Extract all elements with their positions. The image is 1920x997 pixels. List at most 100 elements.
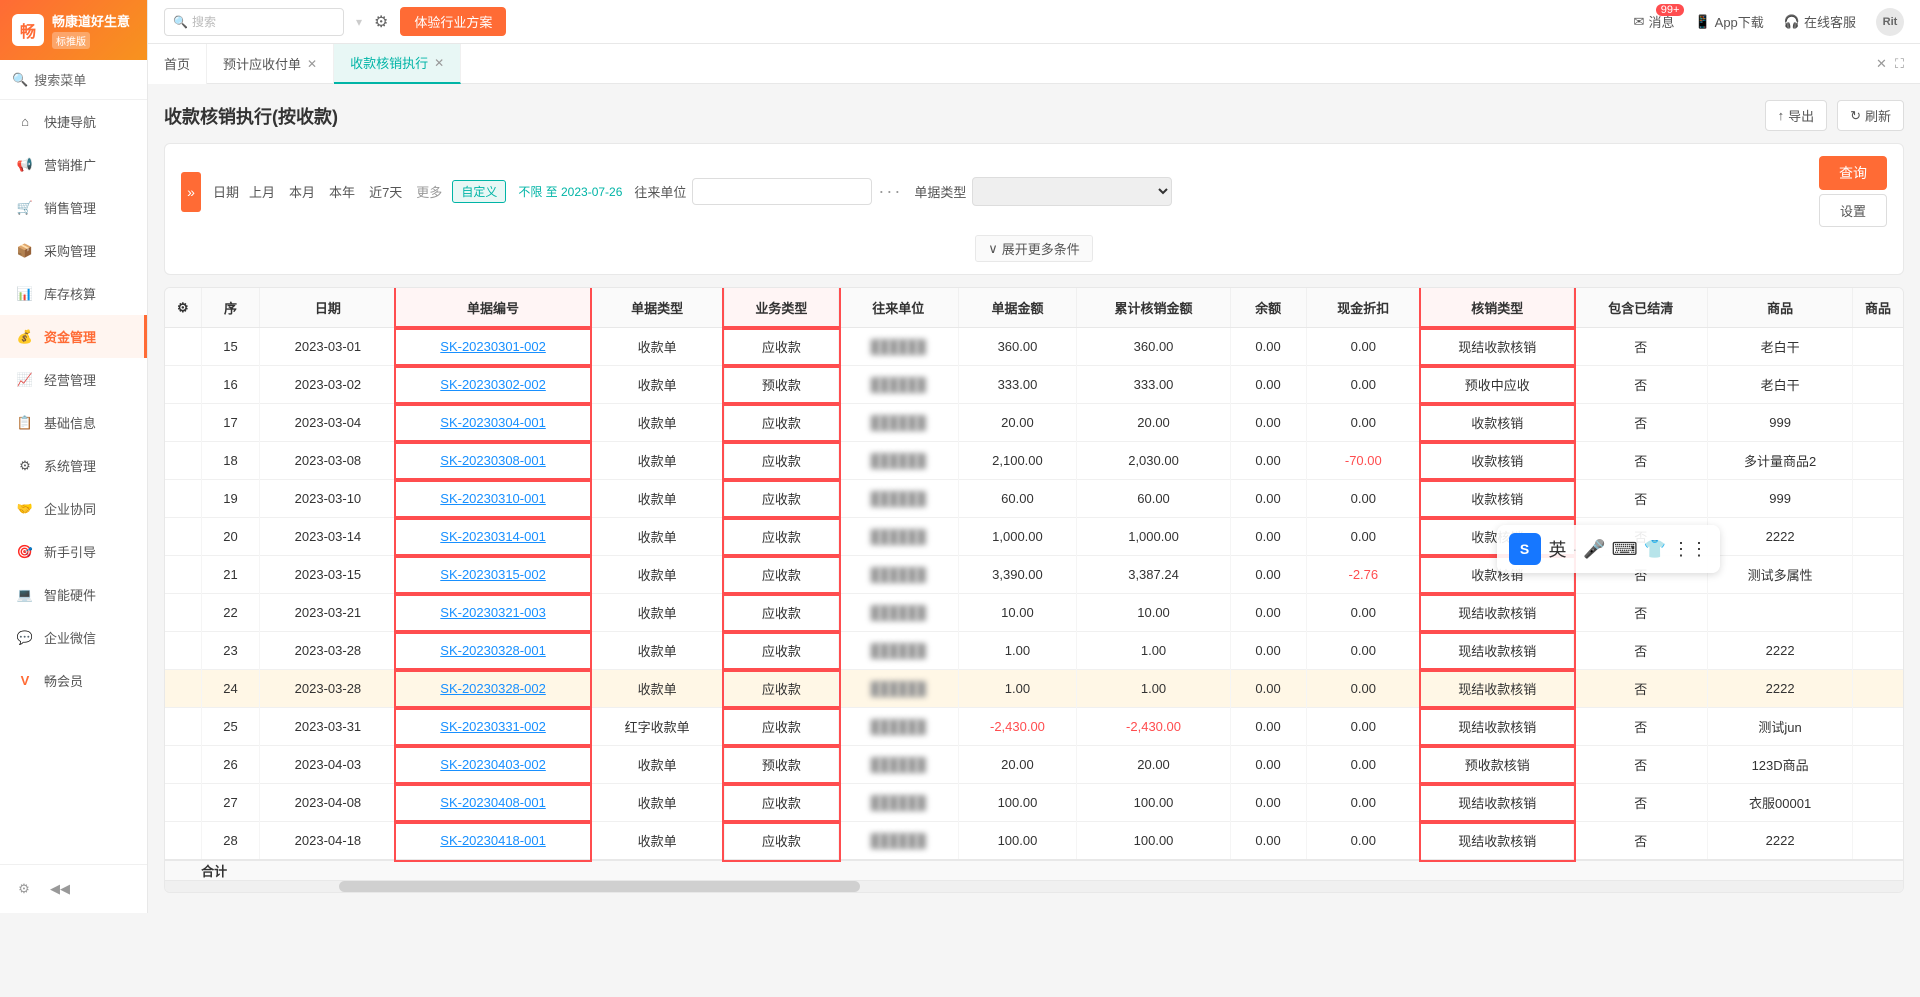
cell-docno[interactable]: SK-20230408-001 xyxy=(396,784,590,822)
topbar-dropdown[interactable]: ▾ xyxy=(356,15,362,29)
link-docno[interactable]: SK-20230304-001 xyxy=(440,415,546,430)
collapse-icon[interactable]: ◀◀ xyxy=(48,877,72,901)
trial-industry-button[interactable]: 体验行业方案 xyxy=(400,7,506,36)
filter-date-7days[interactable]: 近7天 xyxy=(365,180,406,203)
marketing-icon: 📢 xyxy=(16,156,34,174)
link-docno[interactable]: SK-20230301-002 xyxy=(440,339,546,354)
cell-gear xyxy=(165,784,201,822)
filter-expand-button[interactable]: » xyxy=(181,172,201,212)
cell-docno[interactable]: SK-20230314-001 xyxy=(396,518,590,556)
sidebar-item-hardware[interactable]: 💻 智能硬件 xyxy=(0,573,147,616)
sidebar-item-purchase[interactable]: 📦 采购管理 xyxy=(0,229,147,272)
sidebar-item-sales[interactable]: 🛒 销售管理 xyxy=(0,186,147,229)
sidebar-item-enterprise[interactable]: 🤝 企业协同 xyxy=(0,487,147,530)
cell-docno[interactable]: SK-20230403-002 xyxy=(396,746,590,784)
link-docno[interactable]: SK-20230302-002 xyxy=(440,377,546,392)
link-docno[interactable]: SK-20230314-001 xyxy=(440,529,546,544)
online-service-button[interactable]: 🎧 在线客服 xyxy=(1784,12,1856,31)
link-docno[interactable]: SK-20230308-001 xyxy=(440,453,546,468)
sidebar-item-basic[interactable]: 📋 基础信息 xyxy=(0,401,147,444)
filter-date-this-year[interactable]: 本年 xyxy=(325,180,359,203)
sidebar-search[interactable]: 🔍 搜索菜单 xyxy=(0,60,147,100)
refresh-icon: ↻ xyxy=(1850,108,1861,124)
cell-amount: 1.00 xyxy=(958,670,1077,708)
cell-date: 2023-03-08 xyxy=(260,442,396,480)
tab-close-all-icon[interactable]: ✕ xyxy=(1876,56,1887,72)
filter-settings-button[interactable]: 设置 xyxy=(1819,194,1887,227)
sidebar-logo: 畅 畅康道好生意 标推版 xyxy=(0,0,147,60)
cell-amount: 1.00 xyxy=(958,632,1077,670)
user-avatar[interactable]: Rit xyxy=(1876,8,1904,36)
cell-docno[interactable]: SK-20230331-002 xyxy=(396,708,590,746)
cell-amount: 100.00 xyxy=(958,822,1077,861)
cell-docno[interactable]: SK-20230304-001 xyxy=(396,404,590,442)
cell-docno[interactable]: SK-20230418-001 xyxy=(396,822,590,861)
cell-docno[interactable]: SK-20230328-002 xyxy=(396,670,590,708)
cell-date: 2023-03-14 xyxy=(260,518,396,556)
cell-docno[interactable]: SK-20230328-001 xyxy=(396,632,590,670)
cell-docno[interactable]: SK-20230302-002 xyxy=(396,366,590,404)
cell-doctype: 收款单 xyxy=(590,518,724,556)
expand-more-button[interactable]: ∨ 展开更多条件 xyxy=(975,235,1093,262)
sidebar-item-wechat[interactable]: 💬 企业微信 xyxy=(0,616,147,659)
filter-date-custom[interactable]: 自定义 xyxy=(452,180,506,203)
sidebar-item-system[interactable]: ⚙ 系统管理 xyxy=(0,444,147,487)
footer-canceltype xyxy=(1421,860,1574,880)
cell-docno[interactable]: SK-20230315-002 xyxy=(396,556,590,594)
sidebar-item-marketing[interactable]: 📢 营销推广 xyxy=(0,143,147,186)
link-docno[interactable]: SK-20230408-001 xyxy=(440,795,546,810)
sidebar-item-member[interactable]: V 畅会员 xyxy=(0,659,147,702)
tab-pending[interactable]: 预计应收付单 ✕ xyxy=(207,44,334,84)
filter-date-more[interactable]: 更多 xyxy=(412,180,446,203)
topbar-gear-icon[interactable]: ⚙ xyxy=(374,12,388,32)
filter-party-input[interactable] xyxy=(692,178,872,205)
sidebar-item-quick[interactable]: ⌂ 快捷导航 xyxy=(0,100,147,143)
basic-icon: 📋 xyxy=(16,414,34,432)
refresh-button[interactable]: ↻ 刷新 xyxy=(1837,100,1904,131)
topbar-search[interactable]: 🔍 搜索 xyxy=(164,8,344,36)
settings-bottom-icon[interactable]: ⚙ xyxy=(12,877,36,901)
cell-canceltype: 收款核销 xyxy=(1421,404,1574,442)
export-button[interactable]: ↑ 导出 xyxy=(1765,100,1828,131)
column-settings-icon[interactable]: ⚙ xyxy=(177,300,189,315)
tab-home[interactable]: 首页 xyxy=(148,44,207,84)
sidebar-item-finance[interactable]: 💰 资金管理 xyxy=(0,315,147,358)
filter-doctype-select[interactable] xyxy=(972,177,1172,206)
app-download-button[interactable]: 📱 App下载 xyxy=(1694,12,1763,31)
filter-date-last-month[interactable]: 上月 xyxy=(245,180,279,203)
link-docno[interactable]: SK-20230321-003 xyxy=(440,605,546,620)
col-header-docno: 单据编号 xyxy=(396,288,590,328)
sidebar-item-inventory[interactable]: 📊 库存核算 xyxy=(0,272,147,315)
cell-docno[interactable]: SK-20230321-003 xyxy=(396,594,590,632)
link-docno[interactable]: SK-20230403-002 xyxy=(440,757,546,772)
tab-collection[interactable]: 收款核销执行 ✕ xyxy=(334,44,461,84)
tab-pending-close[interactable]: ✕ xyxy=(307,57,317,71)
cell-balance: 0.00 xyxy=(1230,822,1306,861)
filter-date-this-month[interactable]: 本月 xyxy=(285,180,319,203)
table-scrollbar[interactable] xyxy=(165,880,1903,892)
link-docno[interactable]: SK-20230328-002 xyxy=(440,681,546,696)
table-row: 282023-04-18SK-20230418-001收款单应收款██████1… xyxy=(165,822,1903,861)
link-docno[interactable]: SK-20230331-002 xyxy=(440,719,546,734)
link-docno[interactable]: SK-20230315-002 xyxy=(440,567,546,582)
cell-no: 28 xyxy=(201,822,260,861)
sidebar-item-operations[interactable]: 📈 经营管理 xyxy=(0,358,147,401)
title-actions: ↑ 导出 ↻ 刷新 xyxy=(1765,100,1904,131)
cell-docno[interactable]: SK-20230308-001 xyxy=(396,442,590,480)
cell-goods2 xyxy=(1852,556,1903,594)
tab-collection-close[interactable]: ✕ xyxy=(434,56,444,70)
cell-docno[interactable]: SK-20230301-002 xyxy=(396,328,590,366)
message-button[interactable]: ✉ 消息 99+ xyxy=(1634,12,1675,31)
wm-grid-icon: ⋮⋮ xyxy=(1672,539,1708,560)
filter-query-button[interactable]: 查询 xyxy=(1819,156,1887,190)
cell-docno[interactable]: SK-20230310-001 xyxy=(396,480,590,518)
cell-included: 否 xyxy=(1574,822,1708,861)
link-docno[interactable]: SK-20230418-001 xyxy=(440,833,546,848)
tab-expand-icon[interactable]: ⛶ xyxy=(1895,56,1904,72)
sidebar-item-guide[interactable]: 🎯 新手引导 xyxy=(0,530,147,573)
col-header-gear[interactable]: ⚙ xyxy=(165,288,201,328)
link-docno[interactable]: SK-20230310-001 xyxy=(440,491,546,506)
link-docno[interactable]: SK-20230328-001 xyxy=(440,643,546,658)
cell-goods: 衣服00001 xyxy=(1708,784,1853,822)
footer-included xyxy=(1574,860,1708,880)
